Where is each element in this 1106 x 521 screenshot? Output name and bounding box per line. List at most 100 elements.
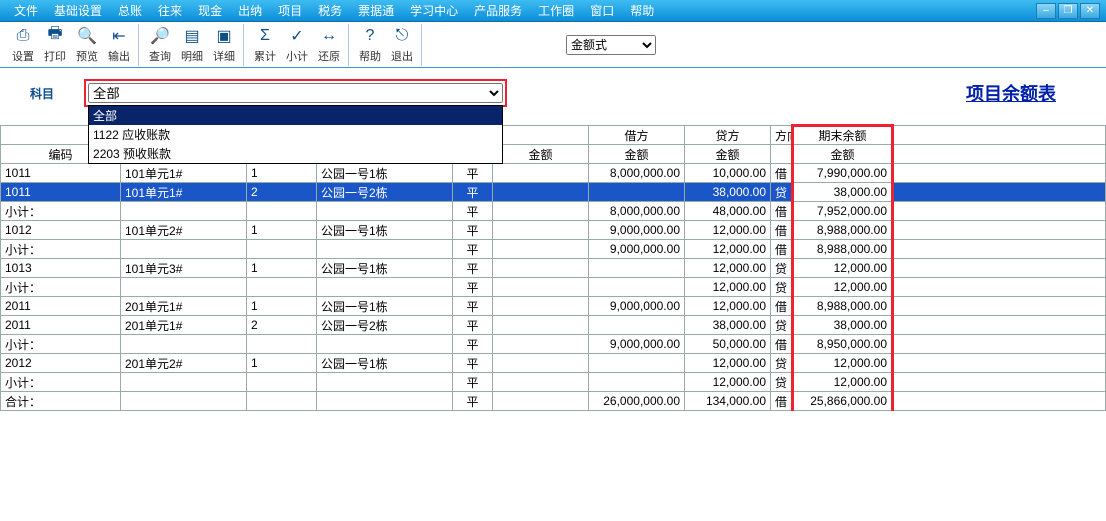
cell [317, 240, 453, 259]
column-header[interactable]: 期末余额 [793, 126, 893, 145]
cell: 7,952,000.00 [793, 202, 893, 221]
minimize-button[interactable]: – [1036, 3, 1056, 19]
cell [893, 354, 1106, 373]
退出-icon: ⎋ [391, 26, 413, 46]
close-button[interactable]: ✕ [1080, 3, 1100, 19]
table-row[interactable]: 小计：平12,000.00贷12,000.00 [1, 373, 1106, 392]
menu-item[interactable]: 窗口 [582, 2, 622, 19]
table-row[interactable]: 小计：平12,000.00贷12,000.00 [1, 278, 1106, 297]
table-row[interactable]: 1011101单元1#2公园一号2栋平38,000.00贷38,000.00 [1, 183, 1106, 202]
subject-select[interactable]: 全部 [88, 83, 503, 103]
menu-item[interactable]: 票据通 [350, 2, 402, 19]
menu-item[interactable]: 税务 [310, 2, 350, 19]
column-header[interactable] [893, 145, 1106, 164]
cell: 12,000.00 [685, 297, 771, 316]
menu-item[interactable]: 基础设置 [46, 2, 110, 19]
menubar: 文件基础设置总账往来现金出纳项目税务票据通学习中心产品服务工作圈窗口帮助 – ❐… [0, 0, 1106, 22]
report-title: 项目余额表 [966, 80, 1056, 106]
cell: 2011 [1, 316, 121, 335]
toolbar-label: 查询 [149, 48, 171, 64]
cell: 1 [247, 221, 317, 240]
menu-item[interactable]: 往来 [150, 2, 190, 19]
menu-item[interactable]: 总账 [110, 2, 150, 19]
cell: 201单元2# [121, 354, 247, 373]
toolbar-详细-button[interactable]: ▣详细 [209, 26, 239, 64]
toolbar-输出-button[interactable]: ⇤输出 [104, 26, 134, 64]
subject-option[interactable]: 2203 预收账款 [89, 144, 502, 163]
cell [589, 354, 685, 373]
column-header[interactable]: 金额 [589, 145, 685, 164]
toolbar-明细-button[interactable]: ▤明细 [177, 26, 207, 64]
toolbar-累计-button[interactable]: Σ累计 [250, 26, 280, 64]
column-header[interactable]: 方向 [771, 126, 793, 145]
restore-button[interactable]: ❐ [1058, 3, 1078, 19]
cell: 借 [771, 240, 793, 259]
toolbar-还原-button[interactable]: ↔还原 [314, 26, 344, 64]
column-header[interactable] [771, 145, 793, 164]
cell: 1011 [1, 164, 121, 183]
menu-item[interactable]: 出纳 [230, 2, 270, 19]
column-header[interactable] [493, 126, 589, 145]
column-header[interactable]: 借方 [589, 126, 685, 145]
column-header[interactable]: 金额 [493, 145, 589, 164]
toolbar-label: 设置 [12, 48, 34, 64]
cell: 8,950,000.00 [793, 335, 893, 354]
table-row[interactable]: 小计：平8,000,000.0048,000.00借7,952,000.00 [1, 202, 1106, 221]
table-row[interactable]: 2011201单元1#2公园一号2栋平38,000.00贷38,000.00 [1, 316, 1106, 335]
cell: 平 [453, 316, 493, 335]
toolbar-预览-button[interactable]: 🔍预览 [72, 26, 102, 64]
toolbar-帮助-button[interactable]: ?帮助 [355, 26, 385, 64]
cell: 201单元1# [121, 316, 247, 335]
table-row[interactable]: 1011101单元1#1公园一号1栋平8,000,000.0010,000.00… [1, 164, 1106, 183]
table-row[interactable]: 1013101单元3#1公园一号1栋平12,000.00贷12,000.00 [1, 259, 1106, 278]
toolbar-小计-button[interactable]: ✓小计 [282, 26, 312, 64]
cell: 贷 [771, 278, 793, 297]
cell [493, 259, 589, 278]
table-row[interactable]: 2012201单元2#1公园一号1栋平12,000.00贷12,000.00 [1, 354, 1106, 373]
menu-item[interactable]: 学习中心 [402, 2, 466, 19]
subject-option[interactable]: 全部 [89, 106, 502, 125]
cell: 1013 [1, 259, 121, 278]
toolbar-打印-button[interactable]: 🖶打印 [40, 26, 70, 64]
cell [493, 240, 589, 259]
column-header[interactable] [893, 126, 1106, 145]
subject-option[interactable]: 1122 应收账款 [89, 125, 502, 144]
cell: 平 [453, 278, 493, 297]
cell [247, 202, 317, 221]
cell: 小计： [1, 278, 121, 297]
table-row[interactable]: 小计：平9,000,000.0012,000.00借8,988,000.00 [1, 240, 1106, 259]
cell [121, 278, 247, 297]
column-header[interactable]: 贷方 [685, 126, 771, 145]
cell [493, 278, 589, 297]
column-header[interactable]: 金额 [685, 145, 771, 164]
toolbar-退出-button[interactable]: ⎋退出 [387, 26, 417, 64]
cell [317, 202, 453, 221]
table-row[interactable]: 1012101单元2#1公园一号1栋平9,000,000.0012,000.00… [1, 221, 1106, 240]
cell: 1012 [1, 221, 121, 240]
cell [493, 183, 589, 202]
toolbar-查询-button[interactable]: 🔎查询 [145, 26, 175, 64]
cell: 12,000.00 [685, 259, 771, 278]
cell: 12,000.00 [685, 278, 771, 297]
menu-item[interactable]: 产品服务 [466, 2, 530, 19]
table-row[interactable]: 小计：平9,000,000.0050,000.00借8,950,000.00 [1, 335, 1106, 354]
menu-item[interactable]: 帮助 [622, 2, 662, 19]
cell: 公园一号2栋 [317, 316, 453, 335]
menu-item[interactable]: 工作圈 [530, 2, 582, 19]
menu-item[interactable]: 现金 [190, 2, 230, 19]
menu-item[interactable]: 项目 [270, 2, 310, 19]
cell: 134,000.00 [685, 392, 771, 411]
table-row[interactable]: 2011201单元1#1公园一号1栋平9,000,000.0012,000.00… [1, 297, 1106, 316]
cell [493, 164, 589, 183]
cell: 公园一号2栋 [317, 183, 453, 202]
table-row[interactable]: 合计：平26,000,000.00134,000.00借25,866,000.0… [1, 392, 1106, 411]
menu-item[interactable]: 文件 [6, 2, 46, 19]
toolbar-设置-button[interactable]: ⎙设置 [8, 26, 38, 64]
cell: 公园一号1栋 [317, 221, 453, 240]
cell: 平 [453, 354, 493, 373]
format-combo[interactable]: 金额式 [566, 35, 656, 55]
cell [893, 316, 1106, 335]
column-header[interactable]: 金额 [793, 145, 893, 164]
cell: 借 [771, 392, 793, 411]
cell [893, 202, 1106, 221]
